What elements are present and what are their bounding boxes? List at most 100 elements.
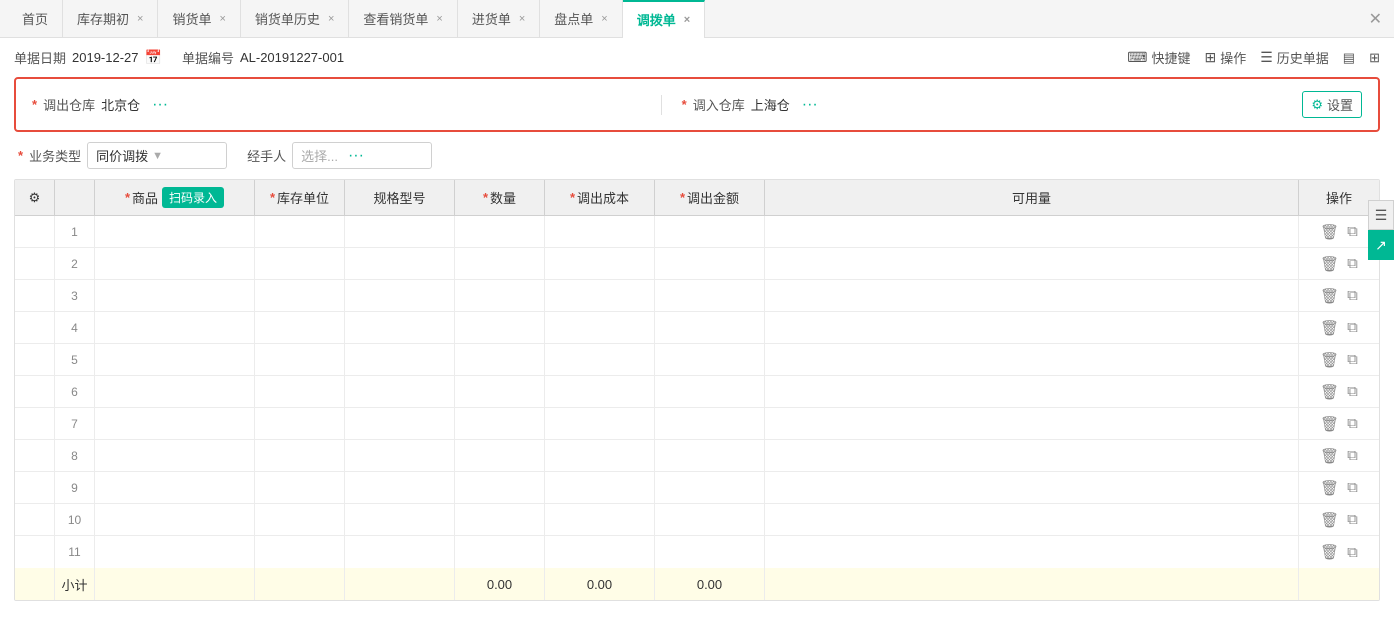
copy-icon-4[interactable]: ⧉	[1347, 319, 1358, 336]
warehouse-in-value[interactable]: 上海仓	[751, 95, 790, 114]
window-close-button[interactable]: ✕	[1369, 9, 1382, 29]
operation-button[interactable]: ⊞ 操作	[1204, 48, 1246, 67]
tab-inventory-count-close[interactable]: ×	[601, 13, 607, 25]
col-header-settings[interactable]: ⚙	[15, 180, 55, 215]
row-cost-11[interactable]	[545, 536, 655, 568]
row-product-4[interactable]	[95, 312, 255, 343]
copy-icon-7[interactable]: ⧉	[1347, 415, 1358, 432]
copy-icon-11[interactable]: ⧉	[1347, 544, 1358, 561]
row-amount-3[interactable]	[655, 280, 765, 311]
operator-more[interactable]: ···	[348, 147, 364, 165]
row-cost-8[interactable]	[545, 440, 655, 471]
copy-icon-10[interactable]: ⧉	[1347, 511, 1358, 528]
biz-type-select[interactable]: 同价调拨 ▼	[87, 142, 227, 169]
copy-icon-6[interactable]: ⧉	[1347, 383, 1358, 400]
copy-icon-2[interactable]: ⧉	[1347, 255, 1358, 272]
row-unit-7[interactable]	[255, 408, 345, 439]
row-spec-2[interactable]	[345, 248, 455, 279]
copy-icon-1[interactable]: ⧉	[1347, 223, 1358, 240]
delete-icon-4[interactable]: 🗑	[1320, 319, 1339, 337]
row-amount-9[interactable]	[655, 472, 765, 503]
row-qty-6[interactable]	[455, 376, 545, 407]
scan-button[interactable]: 扫码录入	[162, 187, 224, 208]
row-product-6[interactable]	[95, 376, 255, 407]
delete-icon-9[interactable]: 🗑	[1320, 479, 1339, 497]
row-qty-9[interactable]	[455, 472, 545, 503]
row-amount-8[interactable]	[655, 440, 765, 471]
tab-transfer-order-close[interactable]: ×	[684, 14, 690, 26]
row-cost-1[interactable]	[545, 216, 655, 247]
tab-view-sales[interactable]: 查看销货单 ×	[349, 0, 457, 38]
calendar-icon[interactable]: 📅	[145, 49, 162, 66]
row-amount-7[interactable]	[655, 408, 765, 439]
row-qty-2[interactable]	[455, 248, 545, 279]
row-cost-3[interactable]	[545, 280, 655, 311]
row-product-9[interactable]	[95, 472, 255, 503]
tab-inventory-init[interactable]: 库存期初 ×	[63, 0, 158, 38]
row-spec-5[interactable]	[345, 344, 455, 375]
row-amount-10[interactable]	[655, 504, 765, 535]
row-spec-1[interactable]	[345, 216, 455, 247]
row-spec-6[interactable]	[345, 376, 455, 407]
row-amount-6[interactable]	[655, 376, 765, 407]
delete-icon-8[interactable]: 🗑	[1320, 447, 1339, 465]
tab-sales-history-close[interactable]: ×	[328, 13, 334, 25]
row-amount-5[interactable]	[655, 344, 765, 375]
operator-select[interactable]: 选择... ···	[292, 142, 432, 169]
float-expand-btn[interactable]: ↗	[1368, 230, 1394, 260]
delete-icon-3[interactable]: 🗑	[1320, 287, 1339, 305]
row-product-2[interactable]	[95, 248, 255, 279]
row-product-11[interactable]	[95, 536, 255, 568]
tab-inventory-count[interactable]: 盘点单 ×	[540, 0, 622, 38]
row-unit-5[interactable]	[255, 344, 345, 375]
row-qty-3[interactable]	[455, 280, 545, 311]
row-unit-6[interactable]	[255, 376, 345, 407]
row-product-5[interactable]	[95, 344, 255, 375]
row-amount-11[interactable]	[655, 536, 765, 568]
row-unit-2[interactable]	[255, 248, 345, 279]
row-cost-4[interactable]	[545, 312, 655, 343]
row-unit-4[interactable]	[255, 312, 345, 343]
row-cost-9[interactable]	[545, 472, 655, 503]
row-product-8[interactable]	[95, 440, 255, 471]
float-list-btn[interactable]: ☰	[1368, 200, 1394, 230]
row-spec-9[interactable]	[345, 472, 455, 503]
copy-icon-8[interactable]: ⧉	[1347, 447, 1358, 464]
row-unit-8[interactable]	[255, 440, 345, 471]
row-spec-8[interactable]	[345, 440, 455, 471]
settings-button[interactable]: ⚙ 设置	[1302, 91, 1362, 118]
row-spec-10[interactable]	[345, 504, 455, 535]
delete-icon-10[interactable]: 🗑	[1320, 511, 1339, 529]
row-unit-1[interactable]	[255, 216, 345, 247]
row-amount-2[interactable]	[655, 248, 765, 279]
row-qty-11[interactable]	[455, 536, 545, 568]
warehouse-in-more[interactable]: ···	[802, 96, 818, 114]
date-value[interactable]: 2019-12-27	[72, 50, 139, 65]
copy-icon-5[interactable]: ⧉	[1347, 351, 1358, 368]
row-product-3[interactable]	[95, 280, 255, 311]
row-product-1[interactable]	[95, 216, 255, 247]
tab-home[interactable]: 首页	[8, 0, 63, 38]
row-cost-5[interactable]	[545, 344, 655, 375]
row-cost-7[interactable]	[545, 408, 655, 439]
row-qty-8[interactable]	[455, 440, 545, 471]
tab-sales-order[interactable]: 销货单 ×	[158, 0, 240, 38]
warehouse-out-value[interactable]: 北京仓	[101, 95, 140, 114]
row-unit-9[interactable]	[255, 472, 345, 503]
tab-view-sales-close[interactable]: ×	[436, 13, 442, 25]
copy-icon-9[interactable]: ⧉	[1347, 479, 1358, 496]
delete-icon-11[interactable]: 🗑	[1320, 543, 1339, 561]
tab-inventory-init-close[interactable]: ×	[137, 13, 143, 25]
row-cost-10[interactable]	[545, 504, 655, 535]
view-toggle-grid[interactable]: ⊞	[1369, 50, 1380, 66]
tab-sales-order-close[interactable]: ×	[219, 13, 225, 25]
history-button[interactable]: ☰ 历史单据	[1260, 48, 1329, 67]
row-cost-6[interactable]	[545, 376, 655, 407]
row-spec-11[interactable]	[345, 536, 455, 568]
shortcut-button[interactable]: ⌨ 快捷键	[1127, 48, 1190, 67]
tab-purchase-order[interactable]: 进货单 ×	[458, 0, 540, 38]
copy-icon-3[interactable]: ⧉	[1347, 287, 1358, 304]
row-qty-4[interactable]	[455, 312, 545, 343]
row-unit-10[interactable]	[255, 504, 345, 535]
row-cost-2[interactable]	[545, 248, 655, 279]
